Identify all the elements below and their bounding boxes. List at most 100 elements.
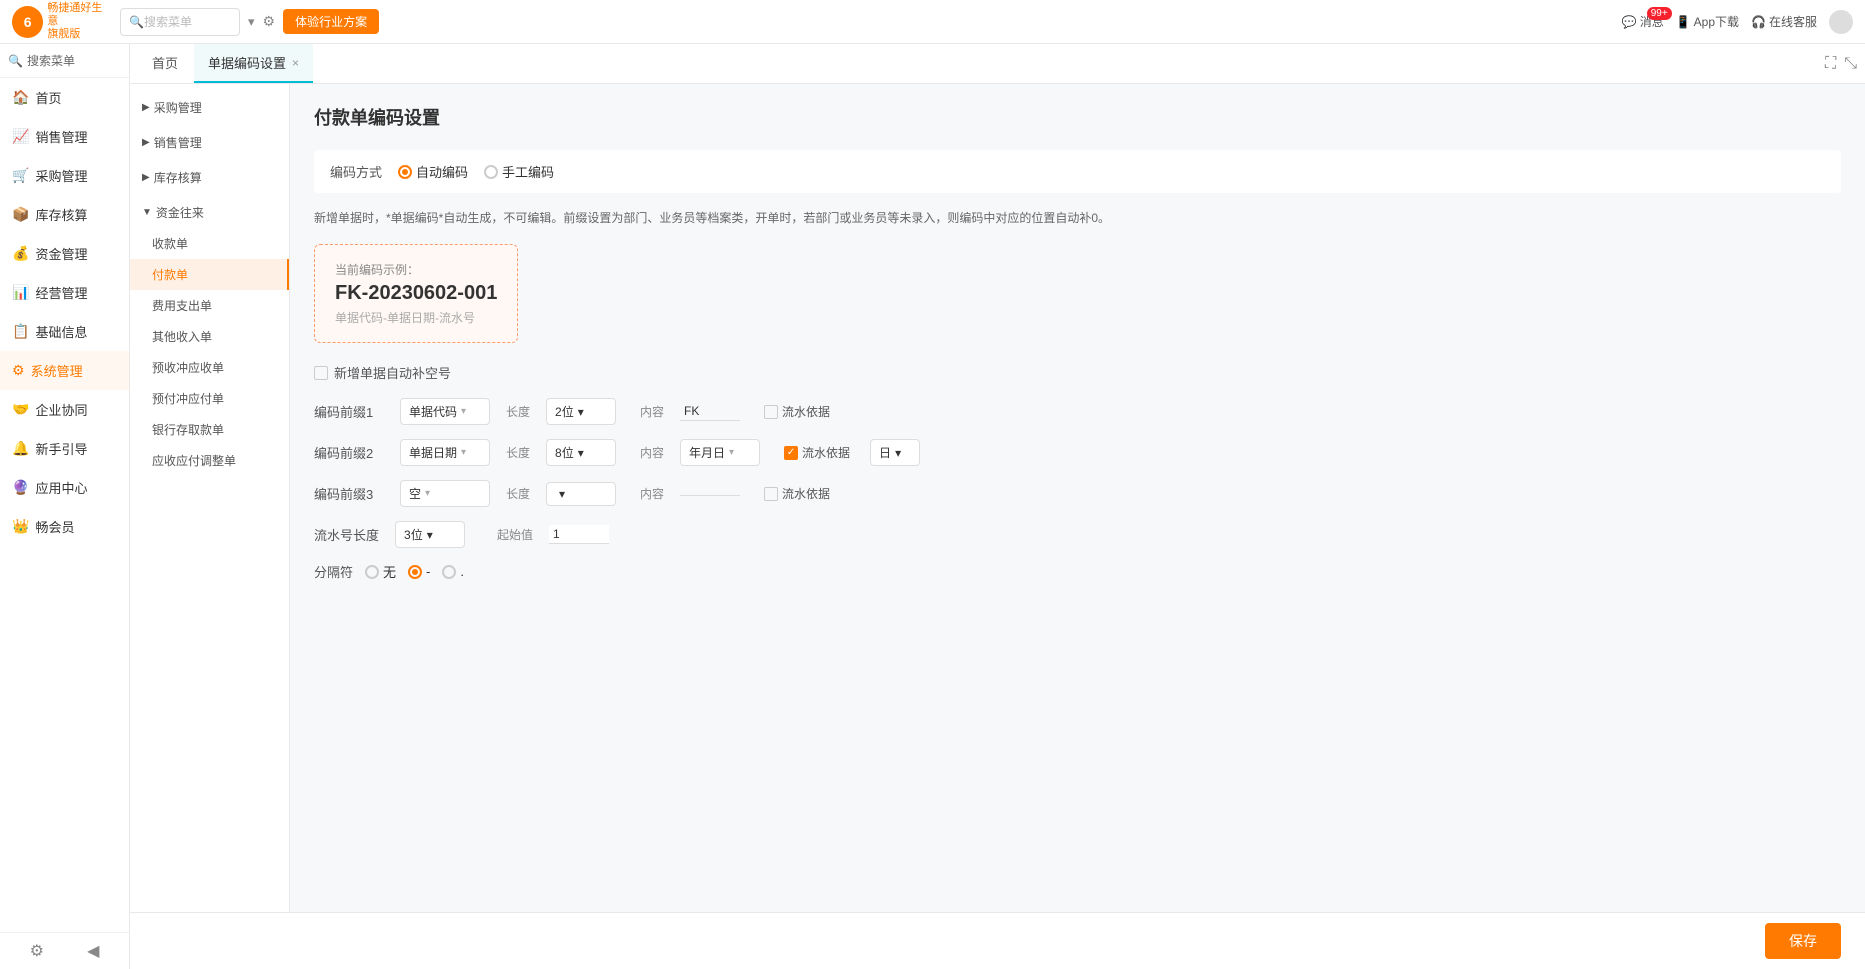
prefix3-checkbox-box bbox=[764, 487, 778, 501]
nav-group-stock-title[interactable]: ▶ 库存核算 bbox=[130, 162, 289, 193]
tab-home[interactable]: 首页 bbox=[138, 44, 192, 83]
separator-options: 无 - . bbox=[365, 562, 464, 581]
gear-icon[interactable]: ⚙ bbox=[263, 13, 276, 30]
sidebar: 🔍 搜索菜单 🏠 首页 📈 销售管理 🛒 采购管理 📦 库存核算 💰 资金管理 … bbox=[0, 44, 130, 969]
nav-group-capital-title[interactable]: ▼ 资金往来 bbox=[130, 197, 289, 228]
prefix2-checkbox[interactable]: ✓ 流水依据 bbox=[784, 444, 850, 461]
prefix2-select[interactable]: 单据日期 ▾ bbox=[400, 439, 490, 466]
nav-group-purchase: ▶ 采购管理 bbox=[130, 92, 289, 123]
message-button[interactable]: 💬 消息 99+ bbox=[1622, 13, 1664, 30]
encoding-method-row: 编码方式 自动编码 手工编码 bbox=[314, 150, 1841, 193]
nav-item-bank-deposit[interactable]: 银行存取款单 bbox=[130, 414, 289, 445]
tab-bar: 首页 单据编码设置 × ⛶ ⤡ bbox=[130, 44, 1865, 84]
logo-text: 畅捷通好生意 旗舰版 bbox=[47, 2, 112, 42]
start-value-input[interactable] bbox=[549, 525, 609, 544]
nav-item-prepay-receivable[interactable]: 预收冲应收单 bbox=[130, 352, 289, 383]
prefix3-select-arrow: ▾ bbox=[425, 488, 430, 499]
sidebar-item-home[interactable]: 🏠 首页 bbox=[0, 78, 129, 117]
sidebar-search[interactable]: 🔍 搜索菜单 bbox=[0, 44, 129, 78]
finance-icon: 💰 bbox=[12, 245, 29, 262]
sep-dot-radio[interactable]: . bbox=[442, 564, 464, 579]
sep-dash-radio[interactable]: - bbox=[408, 564, 430, 579]
tab-expand-icon[interactable]: ⛶ bbox=[1825, 55, 1836, 73]
prefix2-content-select[interactable]: 年月日 ▾ bbox=[680, 439, 760, 466]
sep-none-radio[interactable]: 无 bbox=[365, 562, 396, 581]
purchase-icon: 🛒 bbox=[12, 167, 29, 184]
sidebar-item-system[interactable]: ⚙ 系统管理 bbox=[0, 351, 129, 390]
manual-encode-radio[interactable]: 手工编码 bbox=[484, 162, 554, 181]
sidebar-item-purchase[interactable]: 🛒 采购管理 bbox=[0, 156, 129, 195]
prefix1-len-select[interactable]: 2位 ▾ bbox=[546, 398, 616, 425]
nav-item-prepay-payable[interactable]: 预付冲应付单 bbox=[130, 383, 289, 414]
prefix3-len-select[interactable]: ▾ bbox=[546, 482, 616, 506]
nav-group-purchase-title[interactable]: ▶ 采购管理 bbox=[130, 92, 289, 123]
prefix2-label: 编码前缀2 bbox=[314, 443, 384, 462]
stock-icon: 📦 bbox=[12, 206, 29, 223]
sidebar-item-stock[interactable]: 📦 库存核算 bbox=[0, 195, 129, 234]
prefix1-len-label: 长度 bbox=[506, 403, 530, 420]
app-download-button[interactable]: 📱 App下载 bbox=[1676, 13, 1739, 30]
nav-item-expense[interactable]: 费用支出单 bbox=[130, 290, 289, 321]
prefix2-len-arrow: ▾ bbox=[578, 446, 584, 460]
nav-item-receipt[interactable]: 收款单 bbox=[130, 228, 289, 259]
prefix2-len-select[interactable]: 8位 ▾ bbox=[546, 439, 616, 466]
preview-label: 当前编码示例： bbox=[335, 261, 497, 278]
serial-row: 流水号长度 3位 ▾ 起始值 bbox=[314, 521, 1841, 548]
auto-fill-checkbox[interactable] bbox=[314, 366, 328, 380]
encoding-radio-group: 自动编码 手工编码 bbox=[398, 162, 554, 181]
tab-collapse-icon[interactable]: ⤡ bbox=[1844, 55, 1857, 73]
page-title: 付款单编码设置 bbox=[314, 104, 1841, 130]
nav-item-payment[interactable]: 付款单 bbox=[130, 259, 289, 290]
sidebar-item-base[interactable]: 📋 基础信息 bbox=[0, 312, 129, 351]
serial-label: 流水号长度 bbox=[314, 525, 379, 544]
auto-encode-radio-circle bbox=[398, 165, 412, 179]
footer-bar: 保存 bbox=[130, 912, 1865, 969]
nav-item-ar-ap-adjust[interactable]: 应收应付调整单 bbox=[130, 445, 289, 476]
serial-len-select[interactable]: 3位 ▾ bbox=[395, 521, 465, 548]
cooperation-icon: 🤝 bbox=[12, 401, 29, 418]
serial-len-arrow: ▾ bbox=[427, 528, 433, 542]
prefix1-checkbox[interactable]: 流水依据 bbox=[764, 403, 830, 420]
trial-button[interactable]: 体验行业方案 bbox=[283, 9, 379, 34]
prefix1-select[interactable]: 单据代码 ▾ bbox=[400, 398, 490, 425]
sep-dash-circle bbox=[408, 565, 422, 579]
tab-encoding[interactable]: 单据编码设置 × bbox=[194, 44, 313, 83]
nav-group-stock: ▶ 库存核算 bbox=[130, 162, 289, 193]
nav-item-other-income[interactable]: 其他收入单 bbox=[130, 321, 289, 352]
nav-group-sales: ▶ 销售管理 bbox=[130, 127, 289, 158]
auto-fill-checkbox-row: 新增单据自动补空号 bbox=[314, 363, 1841, 382]
sidebar-item-appcenter[interactable]: 🔮 应用中心 bbox=[0, 468, 129, 507]
tab-close-icon[interactable]: × bbox=[292, 56, 299, 70]
dropdown-icon[interactable]: ▾ bbox=[248, 14, 255, 30]
save-button[interactable]: 保存 bbox=[1765, 923, 1841, 959]
arrow-right-icon: ▶ bbox=[142, 102, 150, 113]
sidebar-item-finance[interactable]: 💰 资金管理 bbox=[0, 234, 129, 273]
prefix2-content-arrow: ▾ bbox=[729, 447, 734, 458]
settings-bottom-icon[interactable]: ⚙ bbox=[30, 941, 44, 961]
collapse-sidebar-icon[interactable]: ◀ bbox=[87, 941, 99, 961]
online-service-button[interactable]: 🎧 在线客服 bbox=[1751, 13, 1817, 30]
sidebar-item-cooperation[interactable]: 🤝 企业协同 bbox=[0, 390, 129, 429]
prefix3-content-label: 内容 bbox=[640, 485, 664, 502]
sidebar-bottom: ⚙ ◀ bbox=[0, 932, 129, 969]
prefix2-len-label: 长度 bbox=[506, 444, 530, 461]
prefix3-checkbox[interactable]: 流水依据 bbox=[764, 485, 830, 502]
auto-encode-radio[interactable]: 自动编码 bbox=[398, 162, 468, 181]
avatar[interactable] bbox=[1829, 10, 1853, 34]
sidebar-item-sales[interactable]: 📈 销售管理 bbox=[0, 117, 129, 156]
main-panel: 付款单编码设置 编码方式 自动编码 手工编码 bbox=[290, 84, 1865, 912]
logo-icon: 6 bbox=[12, 6, 43, 38]
tab-bar-actions: ⛶ ⤡ bbox=[1825, 55, 1857, 73]
sidebar-item-operation[interactable]: 📊 经营管理 bbox=[0, 273, 129, 312]
prefix3-select[interactable]: 空 ▾ bbox=[400, 480, 490, 507]
sidebar-item-guide[interactable]: 🔔 新手引导 bbox=[0, 429, 129, 468]
content-area: 首页 单据编码设置 × ⛶ ⤡ ▶ 采购管理 bbox=[130, 44, 1865, 969]
prefix2-content-label: 内容 bbox=[640, 444, 664, 461]
prefix3-len-label: 长度 bbox=[506, 485, 530, 502]
top-search-input[interactable]: 🔍 搜索菜单 bbox=[120, 8, 240, 36]
sidebar-item-member[interactable]: 👑 畅会员 bbox=[0, 507, 129, 546]
message-badge: 99+ bbox=[1647, 7, 1672, 20]
prefix2-day-select[interactable]: 日 ▾ bbox=[870, 439, 920, 466]
nav-group-sales-title[interactable]: ▶ 销售管理 bbox=[130, 127, 289, 158]
sep-dash-dot bbox=[412, 569, 418, 575]
